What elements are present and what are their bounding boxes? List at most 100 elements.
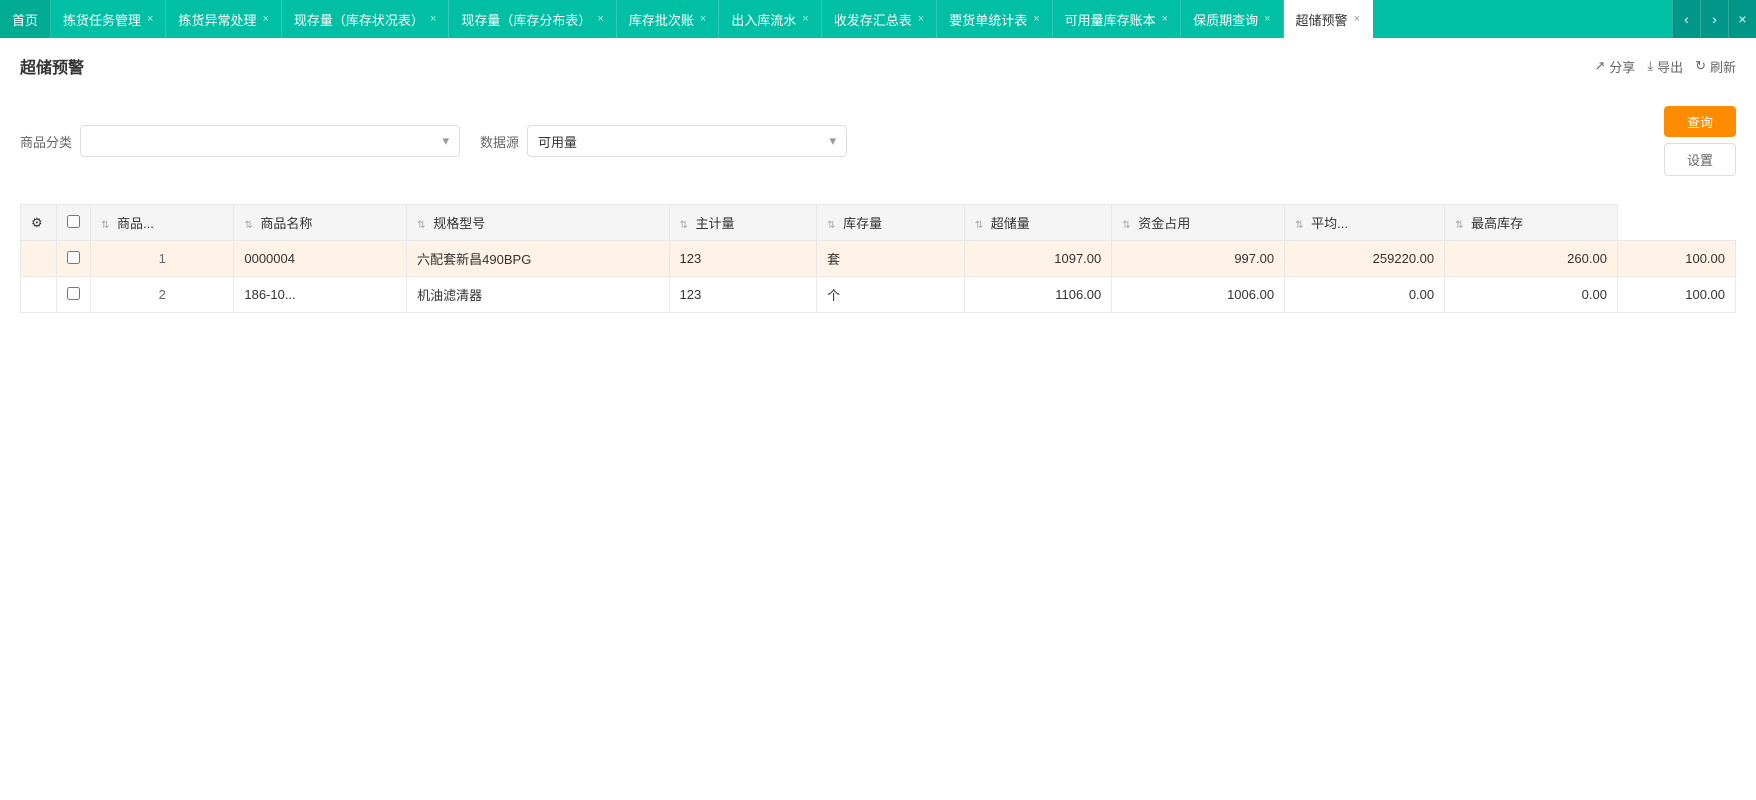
sort-icon-avg: ⇅ [1295, 220, 1303, 231]
nav-label-4: 现存量（库存分布表） [461, 10, 591, 29]
th-over[interactable]: ⇅ 超储量 [964, 205, 1112, 241]
th-max-label: 最高库存 [1471, 216, 1523, 231]
th-name[interactable]: ⇅ 商品名称 [234, 205, 407, 241]
row-num-1: 2 [91, 277, 234, 313]
filter-buttons: 查询 设置 [1664, 106, 1736, 176]
export-label: 导出 [1657, 57, 1683, 76]
filter-area: 商品分类 ▾ 数据源 可用量 ▾ 查询 设置 [20, 94, 1736, 188]
share-button[interactable]: ↗ 分享 [1594, 57, 1635, 76]
query-button[interactable]: 查询 [1664, 106, 1736, 137]
row-avg-0: 260.00 [1445, 241, 1618, 277]
th-check[interactable] [57, 205, 91, 241]
nav-label-11: 超储预警 [1296, 10, 1348, 29]
row-stock-1: 1106.00 [964, 277, 1112, 313]
nav-close-3[interactable]: × [430, 13, 436, 25]
category-select[interactable]: ▾ [80, 125, 460, 157]
nav-close-1[interactable]: × [147, 13, 153, 25]
row-check-0[interactable] [57, 241, 91, 277]
row-num-0: 1 [91, 241, 234, 277]
refresh-icon: ↻ [1695, 58, 1706, 74]
row-capital-0: 259220.00 [1285, 241, 1445, 277]
select-all-checkbox[interactable] [67, 215, 80, 228]
th-avg[interactable]: ⇅ 平均... [1285, 205, 1445, 241]
gear-icon: ⚙ [31, 215, 43, 230]
row-over-1: 1006.00 [1112, 277, 1285, 313]
row-code-1: 186-10... [234, 277, 407, 313]
datasource-select[interactable]: 可用量 ▾ [527, 125, 847, 157]
nav-arrow-more[interactable]: × [1728, 0, 1756, 38]
nav-item-11[interactable]: 超储预警 × [1284, 0, 1373, 38]
nav-close-4[interactable]: × [597, 13, 603, 25]
export-icon: ⤓ [1647, 58, 1653, 74]
nav-label-2: 拣货异常处理 [178, 10, 256, 29]
settings-button[interactable]: 设置 [1664, 143, 1736, 176]
export-button[interactable]: ⤓ 导出 [1647, 57, 1683, 76]
sort-icon-unit: ⇅ [680, 220, 688, 231]
nav-close-10[interactable]: × [1264, 13, 1270, 25]
sort-icon-capital: ⇅ [1122, 220, 1130, 231]
nav-close-6[interactable]: × [802, 13, 808, 25]
nav-close-7[interactable]: × [918, 13, 924, 25]
nav-arrows: ‹ › × [1672, 0, 1756, 38]
nav-item-3[interactable]: 现存量（库存状况表） × [282, 0, 449, 38]
nav-item-4[interactable]: 现存量（库存分布表） × [449, 0, 616, 38]
nav-item-1[interactable]: 拣货任务管理 × [51, 0, 166, 38]
refresh-label: 刷新 [1710, 57, 1736, 76]
nav-arrow-left[interactable]: ‹ [1672, 0, 1700, 38]
row-capital-1: 0.00 [1285, 277, 1445, 313]
nav-close-9[interactable]: × [1162, 13, 1168, 25]
row-spec-1: 123 [669, 277, 817, 313]
nav-item-2[interactable]: 拣货异常处理 × [166, 0, 281, 38]
sort-icon-spec: ⇅ [417, 220, 425, 231]
nav-item-7[interactable]: 收发存汇总表 × [822, 0, 937, 38]
chevron-down-icon-2: ▾ [830, 133, 837, 149]
row-avg-1: 0.00 [1445, 277, 1618, 313]
nav-arrow-right[interactable]: › [1700, 0, 1728, 38]
nav-item-6[interactable]: 出入库流水 × [719, 0, 821, 38]
th-max[interactable]: ⇅ 最高库存 [1445, 205, 1618, 241]
nav-item-8[interactable]: 要货单统计表 × [937, 0, 1052, 38]
sort-icon-name: ⇅ [244, 220, 252, 231]
row-spec-0: 123 [669, 241, 817, 277]
row-checkbox-0[interactable] [67, 251, 80, 264]
table-row: 1 0000004 六配套新昌490BPG 123 套 1097.00 997.… [21, 241, 1736, 277]
row-over-0: 997.00 [1112, 241, 1285, 277]
row-max-0: 100.00 [1617, 241, 1735, 277]
data-table: ⚙ ⇅ 商品... ⇅ 商品名称 ⇅ 规格型号 ⇅ [20, 204, 1736, 313]
row-name-1: 机油滤清器 [407, 277, 669, 313]
top-nav: 首页 拣货任务管理 × 拣货异常处理 × 现存量（库存状况表） × 现存量（库存… [0, 0, 1756, 38]
sort-icon-code: ⇅ [101, 220, 109, 231]
nav-close-5[interactable]: × [700, 13, 706, 25]
th-avg-label: 平均... [1311, 216, 1348, 231]
row-check-1[interactable] [57, 277, 91, 313]
page-title: 超储预警 [20, 54, 84, 78]
nav-close-2[interactable]: × [262, 13, 268, 25]
th-spec[interactable]: ⇅ 规格型号 [407, 205, 669, 241]
th-unit[interactable]: ⇅ 主计量 [669, 205, 817, 241]
th-gear[interactable]: ⚙ [21, 205, 57, 241]
filter-category: 商品分类 ▾ [20, 125, 460, 157]
nav-label-9: 可用量库存账本 [1065, 10, 1156, 29]
nav-item-5[interactable]: 库存批次账 × [617, 0, 719, 38]
th-spec-label: 规格型号 [433, 216, 485, 231]
th-capital[interactable]: ⇅ 资金占用 [1112, 205, 1285, 241]
th-stock-label: 库存量 [843, 216, 882, 231]
nav-label-home: 首页 [12, 10, 38, 29]
row-gear-0 [21, 241, 57, 277]
nav-item-home[interactable]: 首页 [0, 0, 51, 38]
header-actions: ↗ 分享 ⤓ 导出 ↻ 刷新 [1594, 57, 1736, 76]
nav-item-9[interactable]: 可用量库存账本 × [1053, 0, 1181, 38]
row-stock-0: 1097.00 [964, 241, 1112, 277]
page-header: 超储预警 ↗ 分享 ⤓ 导出 ↻ 刷新 [20, 54, 1736, 78]
row-unit-0: 套 [817, 241, 965, 277]
nav-close-11[interactable]: × [1354, 13, 1360, 25]
th-over-label: 超储量 [991, 216, 1030, 231]
nav-item-10[interactable]: 保质期查询 × [1181, 0, 1283, 38]
chevron-down-icon: ▾ [442, 133, 449, 149]
row-checkbox-1[interactable] [67, 287, 80, 300]
refresh-button[interactable]: ↻ 刷新 [1695, 57, 1736, 76]
nav-close-8[interactable]: × [1033, 13, 1039, 25]
th-code[interactable]: ⇅ 商品... [91, 205, 234, 241]
th-stock[interactable]: ⇅ 库存量 [817, 205, 965, 241]
row-name-0: 六配套新昌490BPG [407, 241, 669, 277]
